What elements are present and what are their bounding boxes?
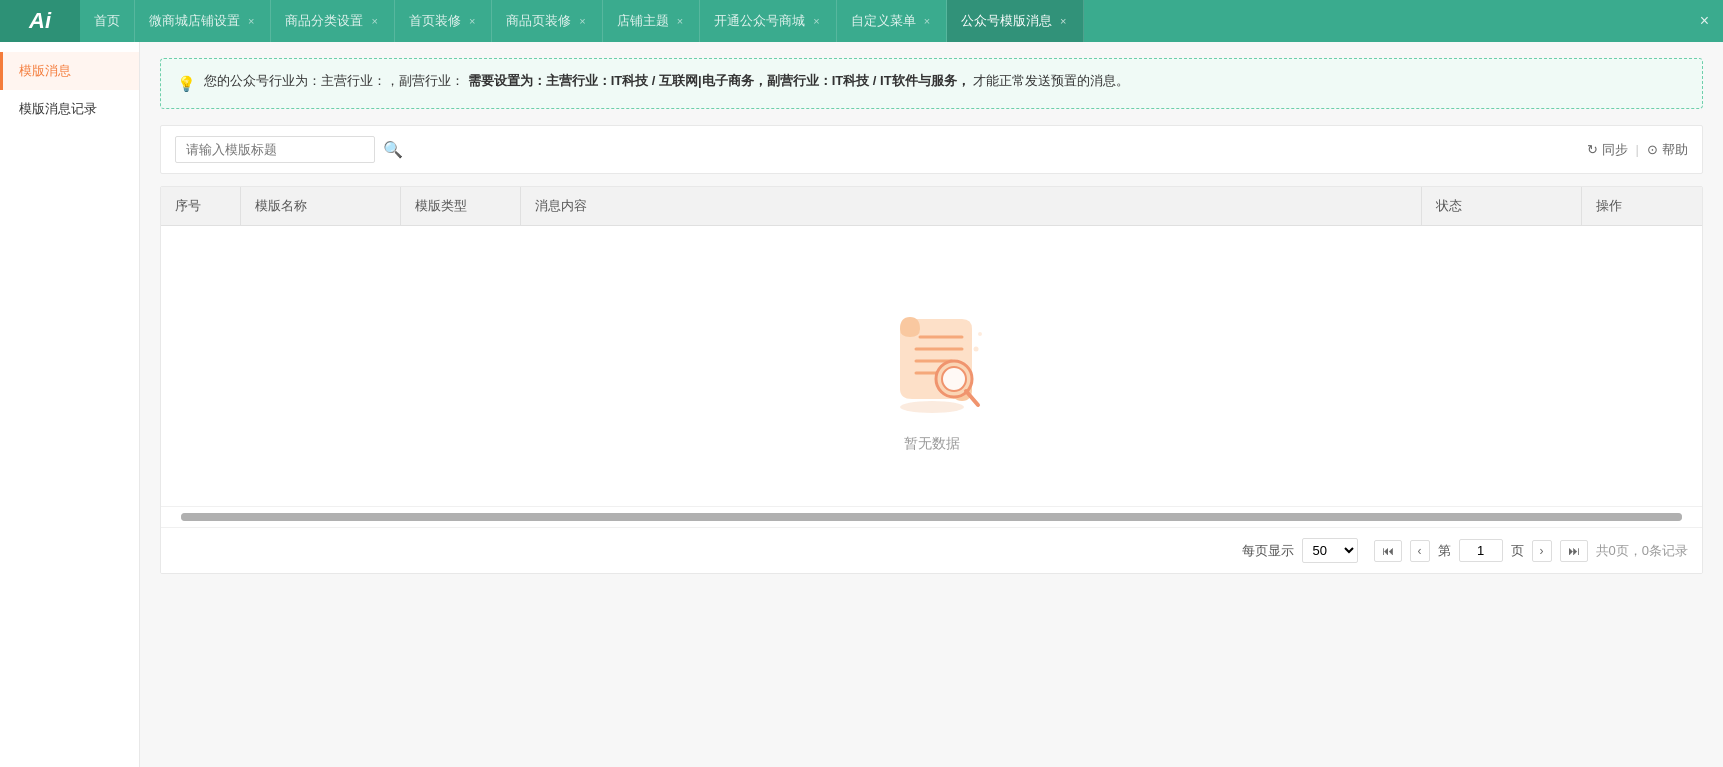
- nav-tab-商品分类设置[interactable]: 商品分类设置 ×: [271, 0, 394, 42]
- nav-tab-close-icon[interactable]: ×: [467, 14, 477, 28]
- nav-tab-close-icon[interactable]: ×: [922, 14, 932, 28]
- empty-state: 暂无数据: [161, 226, 1702, 506]
- col-header-name: 模版名称: [241, 187, 401, 225]
- page-size-select[interactable]: 50 10 20 100: [1302, 538, 1358, 563]
- table: 序号 模版名称 模版类型 消息内容 状态 操作: [160, 186, 1703, 574]
- col-header-status: 状态: [1422, 187, 1582, 225]
- nav-tab-label: 首页装修: [409, 12, 461, 30]
- search-left: 🔍: [175, 136, 403, 163]
- col-header-type: 模版类型: [401, 187, 521, 225]
- nav-tab-label: 店铺主题: [617, 12, 669, 30]
- nav-tabs: 首页微商城店铺设置×商品分类设置×首页装修×商品页装修×店铺主题×开通公众号商城…: [80, 0, 1686, 42]
- next-page-button[interactable]: ›: [1532, 540, 1552, 562]
- nav-tab-close-icon[interactable]: ×: [369, 14, 379, 28]
- page-size-label: 每页显示: [1242, 542, 1294, 560]
- page-unit: 页: [1511, 542, 1524, 560]
- nav-tab-首页装修[interactable]: 首页装修 ×: [395, 0, 492, 42]
- nav-tab-close-icon[interactable]: ×: [577, 14, 587, 28]
- nav-tab-自定义菜单[interactable]: 自定义菜单 ×: [837, 0, 947, 42]
- prev-page-button[interactable]: ‹: [1410, 540, 1430, 562]
- svg-point-0: [900, 401, 964, 413]
- nav-tab-label: 商品分类设置: [285, 12, 363, 30]
- empty-illustration: [872, 299, 992, 419]
- help-button[interactable]: ⊙ 帮助: [1647, 141, 1688, 159]
- page-word: 第: [1438, 542, 1451, 560]
- search-bar: 🔍 ↻ 同步 | ⊙ 帮助: [160, 125, 1703, 174]
- empty-text: 暂无数据: [904, 435, 960, 453]
- svg-point-10: [978, 332, 982, 336]
- nav-tab-label: 商品页装修: [506, 12, 571, 30]
- table-header: 序号 模版名称 模版类型 消息内容 状态 操作: [161, 187, 1702, 226]
- scrollbar-track: [181, 513, 1682, 521]
- svg-point-8: [964, 333, 972, 341]
- sync-icon: ↻: [1587, 142, 1598, 157]
- content-area: 💡 您的公众号行业为：主营行业：，副营行业： 需要设置为：主营行业：IT科技 /…: [140, 42, 1723, 767]
- pagination: 每页显示 50 10 20 100 ⏮ ‹ 第 页 › ⏭ 共0页，0条记录: [161, 527, 1702, 573]
- search-input[interactable]: [175, 136, 375, 163]
- svg-point-6: [942, 367, 966, 391]
- alert-icon: 💡: [177, 72, 196, 96]
- sync-button[interactable]: ↻ 同步: [1587, 141, 1628, 159]
- alert-banner: 💡 您的公众号行业为：主营行业：，副营行业： 需要设置为：主营行业：IT科技 /…: [160, 58, 1703, 109]
- svg-point-9: [973, 347, 978, 352]
- divider: |: [1636, 142, 1639, 157]
- first-page-button[interactable]: ⏮: [1374, 540, 1402, 562]
- sidebar-item-模版消息[interactable]: 模版消息: [0, 52, 139, 90]
- nav-tab-公众号模版消息[interactable]: 公众号模版消息 ×: [947, 0, 1083, 42]
- main-layout: 模版消息模版消息记录 💡 您的公众号行业为：主营行业：，副营行业： 需要设置为：…: [0, 42, 1723, 767]
- nav-tab-商品页装修[interactable]: 商品页装修 ×: [492, 0, 602, 42]
- nav-tab-close-icon[interactable]: ×: [675, 14, 685, 28]
- horizontal-scrollbar[interactable]: [161, 506, 1702, 527]
- scrollbar-thumb: [181, 513, 1682, 521]
- alert-text: 您的公众号行业为：主营行业：，副营行业： 需要设置为：主营行业：IT科技 / 互…: [204, 71, 1129, 92]
- last-page-button[interactable]: ⏭: [1560, 540, 1588, 562]
- nav-tab-开通公众号商城[interactable]: 开通公众号商城 ×: [700, 0, 836, 42]
- nav-tab-label: 首页: [94, 12, 120, 30]
- top-nav-bar: Ai 首页微商城店铺设置×商品分类设置×首页装修×商品页装修×店铺主题×开通公众…: [0, 0, 1723, 42]
- page-number-input[interactable]: [1459, 539, 1503, 562]
- nav-tab-close-icon[interactable]: ×: [246, 14, 256, 28]
- nav-tab-店铺主题[interactable]: 店铺主题 ×: [603, 0, 700, 42]
- nav-tab-label: 开通公众号商城: [714, 12, 805, 30]
- help-icon: ⊙: [1647, 142, 1658, 157]
- nav-tab-首页[interactable]: 首页: [80, 0, 135, 42]
- sidebar-items: 模版消息模版消息记录: [0, 52, 139, 128]
- nav-tab-微商城店铺设置[interactable]: 微商城店铺设置 ×: [135, 0, 271, 42]
- nav-tab-label: 微商城店铺设置: [149, 12, 240, 30]
- nav-tab-label: 公众号模版消息: [961, 12, 1052, 30]
- nav-tab-label: 自定义菜单: [851, 12, 916, 30]
- search-button[interactable]: 🔍: [383, 140, 403, 159]
- logo: Ai: [0, 0, 80, 42]
- nav-tab-close-icon[interactable]: ×: [1058, 14, 1068, 28]
- search-right: ↻ 同步 | ⊙ 帮助: [1587, 141, 1688, 159]
- col-header-index: 序号: [161, 187, 241, 225]
- close-all-button[interactable]: ×: [1686, 12, 1723, 30]
- nav-tab-close-icon[interactable]: ×: [811, 14, 821, 28]
- col-header-content: 消息内容: [521, 187, 1422, 225]
- col-header-action: 操作: [1582, 187, 1702, 225]
- page-total: 共0页，0条记录: [1596, 542, 1688, 560]
- sidebar: 模版消息模版消息记录: [0, 42, 140, 767]
- sidebar-item-模版消息记录[interactable]: 模版消息记录: [0, 90, 139, 128]
